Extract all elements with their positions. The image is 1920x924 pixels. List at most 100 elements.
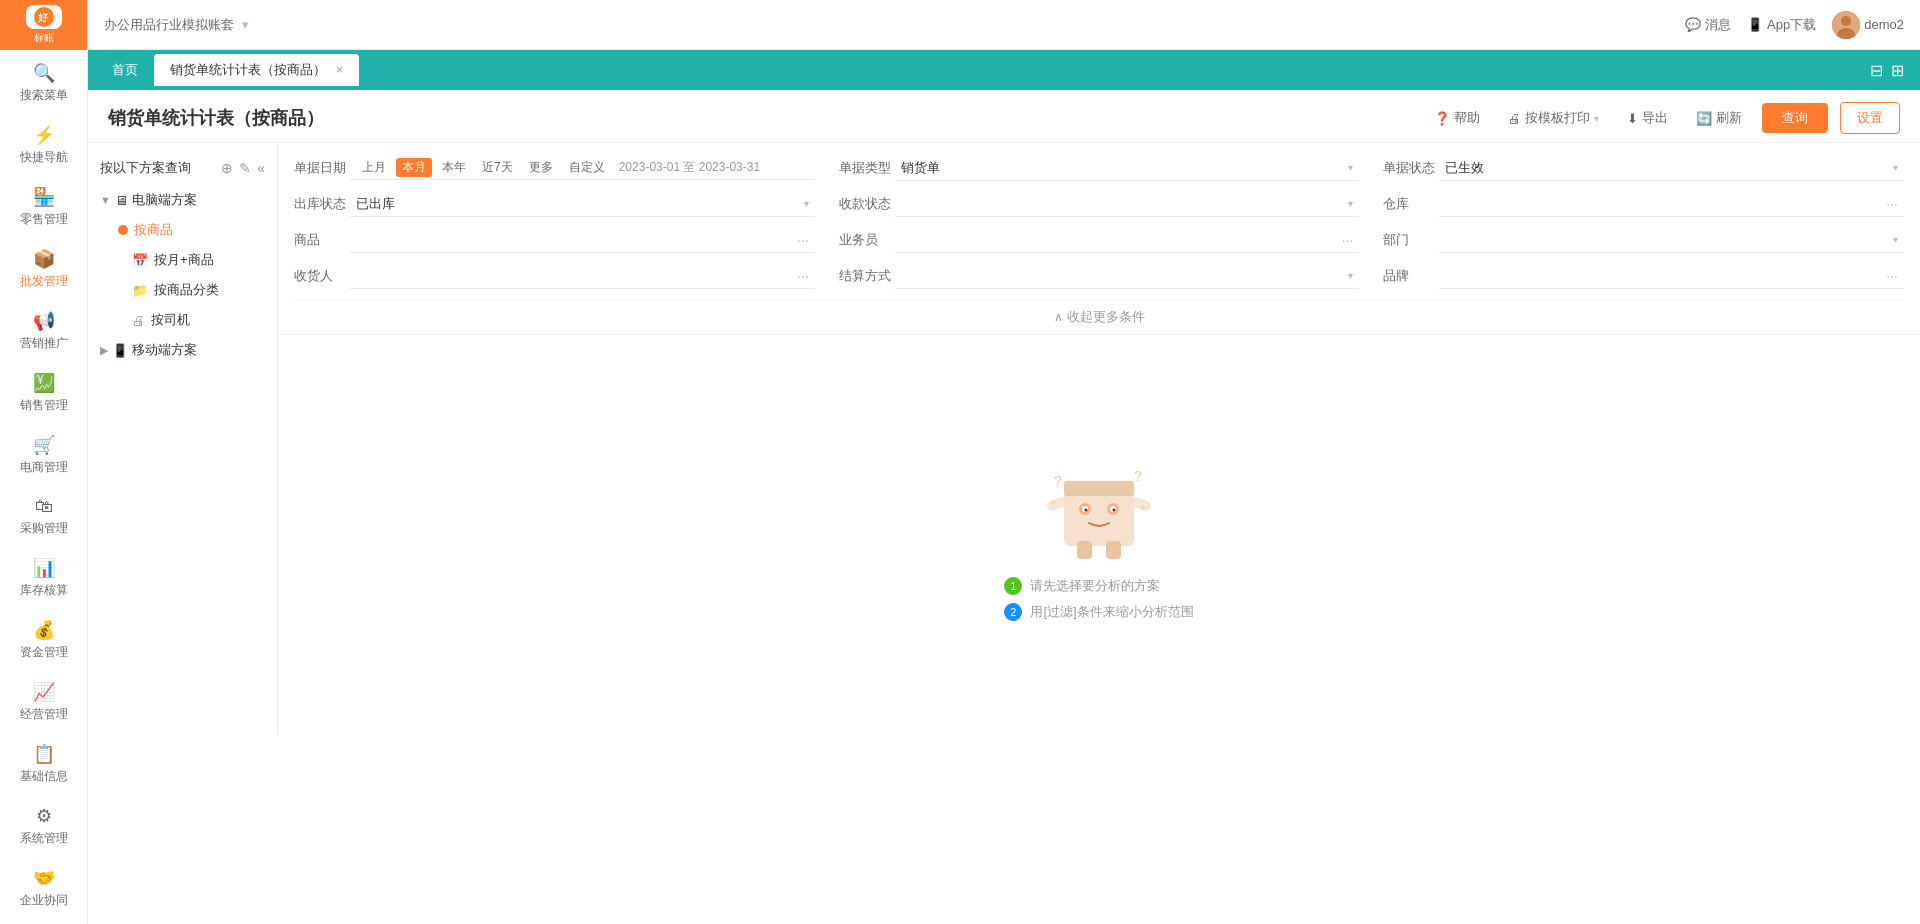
salesperson-dots-btn[interactable]: ···: [1342, 232, 1354, 248]
page-content: 销货单统计计表（按商品） ❓ 帮助 🖨 按模板打印 ▾ ⬇ 导出: [88, 90, 1920, 924]
out-status-label: 出库状态: [294, 195, 350, 213]
edit-scheme-icon[interactable]: ✎: [239, 160, 251, 176]
out-status-select[interactable]: 已出库 ▾: [350, 191, 815, 217]
by-printer-label: 按司机: [151, 311, 190, 329]
date-custom-btn[interactable]: 自定义: [563, 158, 611, 177]
message-label: 消息: [1705, 16, 1731, 34]
tree-item-by-product[interactable]: 按商品: [88, 215, 277, 245]
logo-area: 好 标账: [0, 0, 87, 50]
sidebar-item-marketing-label: 营销推广: [20, 335, 68, 352]
tree-mobile-solution[interactable]: ▶ 📱 移动端方案: [88, 335, 277, 365]
sidebar-item-ecommerce-label: 电商管理: [20, 459, 68, 476]
empty-tip-2: 2 用[过滤]条件来缩小分析范围: [1004, 603, 1193, 621]
collapse-panel-icon[interactable]: «: [257, 160, 265, 176]
settings-btn[interactable]: 设置: [1840, 102, 1900, 134]
settlement-select[interactable]: ▾: [895, 263, 1360, 289]
department-select[interactable]: ▾: [1439, 227, 1904, 253]
doc-status-select[interactable]: 已生效 ▾: [1439, 155, 1904, 181]
sidebar-item-inventory[interactable]: 📊 库存核算: [0, 545, 87, 607]
query-btn[interactable]: 查询: [1762, 103, 1828, 133]
brand-dots-btn[interactable]: ···: [1886, 268, 1898, 284]
tab-active[interactable]: 销货单统计计表（按商品） ×: [154, 54, 359, 86]
collapse-bar[interactable]: ∧ 收起更多条件: [294, 299, 1904, 334]
date-range-display: 2023-03-01 至 2023-03-31: [619, 159, 760, 176]
sidebar-item-finance[interactable]: 💰 资金管理: [0, 607, 87, 669]
sidebar-item-search[interactable]: 🔍 搜索菜单: [0, 50, 87, 112]
svg-point-11: [1084, 509, 1087, 512]
help-btn[interactable]: ❓ 帮助: [1426, 105, 1488, 131]
receipt-status-select[interactable]: ▾: [895, 191, 1360, 217]
workspace-dropdown-icon[interactable]: ▾: [242, 17, 249, 32]
sidebar-item-system[interactable]: ⚙ 系统管理: [0, 793, 87, 855]
filter-panel-actions: ⊕ ✎ «: [221, 160, 265, 176]
by-printer-icon: 🖨: [132, 313, 145, 328]
recipient-dots-btn[interactable]: ···: [797, 268, 809, 284]
empty-illustration: ? ? ✦ ✦: [1039, 441, 1159, 561]
export-btn[interactable]: ⬇ 导出: [1619, 105, 1676, 131]
svg-text:?: ?: [1054, 473, 1062, 489]
tab-expand-icon[interactable]: ⊞: [1891, 61, 1904, 80]
product-dots-btn[interactable]: ···: [797, 232, 809, 248]
date-this-year-btn[interactable]: 本年: [436, 158, 472, 177]
doc-type-dropdown-icon: ▾: [1348, 162, 1353, 173]
logo-text: 标账: [34, 31, 54, 45]
doc-type-select[interactable]: 销货单 ▾: [895, 155, 1360, 181]
brand-select[interactable]: ···: [1439, 263, 1904, 289]
svg-point-3: [1841, 16, 1851, 26]
warehouse-select[interactable]: ···: [1439, 191, 1904, 217]
tab-close-icon[interactable]: ×: [336, 63, 343, 77]
refresh-btn[interactable]: 🔄 刷新: [1688, 105, 1750, 131]
template-print-btn[interactable]: 🖨 按模板打印 ▾: [1500, 105, 1607, 131]
tab-home[interactable]: 首页: [96, 54, 154, 86]
tree-item-by-month-product[interactable]: 📅 按月+商品: [88, 245, 277, 275]
refresh-label: 刷新: [1716, 109, 1742, 127]
message-btn[interactable]: 💬 消息: [1685, 16, 1731, 34]
warehouse-dots-btn[interactable]: ···: [1886, 196, 1898, 212]
add-scheme-icon[interactable]: ⊕: [221, 160, 233, 176]
tree-item-by-printer[interactable]: 🖨 按司机: [88, 305, 277, 335]
by-month-icon: 📅: [132, 253, 148, 268]
sidebar-item-operations[interactable]: 📈 经营管理: [0, 669, 87, 731]
base-icon: 📋: [33, 743, 55, 765]
tree-expand-icon: ▼: [100, 194, 111, 206]
tip-dot-1: 1: [1004, 577, 1022, 595]
sidebar-item-sales[interactable]: 💹 销售管理: [0, 360, 87, 422]
date-last7-btn[interactable]: 近7天: [476, 158, 519, 177]
sidebar-item-retail[interactable]: 🏪 零售管理: [0, 174, 87, 236]
date-more-btn[interactable]: 更多: [523, 158, 559, 177]
sidebar-item-enterprise[interactable]: 🤝 企业协同: [0, 855, 87, 917]
tab-bar: 首页 销货单统计计表（按商品） × ⊟ ⊞: [88, 50, 1920, 90]
app-download-icon: 📱: [1747, 17, 1763, 32]
sidebar-item-quicknav[interactable]: ⚡ 快捷导航: [0, 112, 87, 174]
main-wrap: 办公用品行业模拟账套 ▾ 💬 消息 📱 App下载 demo2 首页: [88, 0, 1920, 924]
product-select[interactable]: ···: [350, 227, 815, 253]
sidebar-item-marketing[interactable]: 📢 营销推广: [0, 298, 87, 360]
sidebar-item-ecommerce[interactable]: 🛒 电商管理: [0, 422, 87, 484]
sidebar-item-base[interactable]: 📋 基础信息: [0, 731, 87, 793]
user-area[interactable]: demo2: [1832, 11, 1904, 39]
doc-status-label: 单据状态: [1383, 159, 1439, 177]
tab-minimize-icon[interactable]: ⊟: [1870, 61, 1883, 80]
enterprise-icon: 🤝: [33, 867, 55, 889]
recipient-select[interactable]: ···: [350, 263, 815, 289]
ecommerce-icon: 🛒: [33, 434, 55, 456]
receipt-status-label: 收款状态: [839, 195, 895, 213]
sidebar-item-system-label: 系统管理: [20, 830, 68, 847]
tree-item-by-category[interactable]: 📁 按商品分类: [88, 275, 277, 305]
sidebar-item-guide[interactable]: 🎯 新手引导: [0, 917, 87, 924]
collapse-label: 收起更多条件: [1067, 308, 1145, 326]
sidebar-item-wholesale[interactable]: 📦 批发管理: [0, 236, 87, 298]
tip-dot-2: 2: [1004, 603, 1022, 621]
tree-pc-solution[interactable]: ▼ 🖥 电脑端方案: [88, 185, 277, 215]
sidebar-item-purchase[interactable]: 🛍 采购管理: [0, 484, 87, 545]
salesperson-label: 业务员: [839, 231, 895, 249]
app-download-btn[interactable]: 📱 App下载: [1747, 16, 1816, 34]
search-icon: 🔍: [33, 62, 55, 84]
date-last-month-btn[interactable]: 上月: [356, 158, 392, 177]
date-this-month-btn[interactable]: 本月: [396, 158, 432, 177]
salesperson-select[interactable]: ···: [895, 227, 1360, 253]
help-icon: ❓: [1434, 111, 1450, 126]
empty-state: ? ? ✦ ✦ 1 请先选择要分析的方案: [1004, 441, 1193, 629]
svg-text:好: 好: [37, 12, 49, 23]
sidebar-item-sales-label: 销售管理: [20, 397, 68, 414]
